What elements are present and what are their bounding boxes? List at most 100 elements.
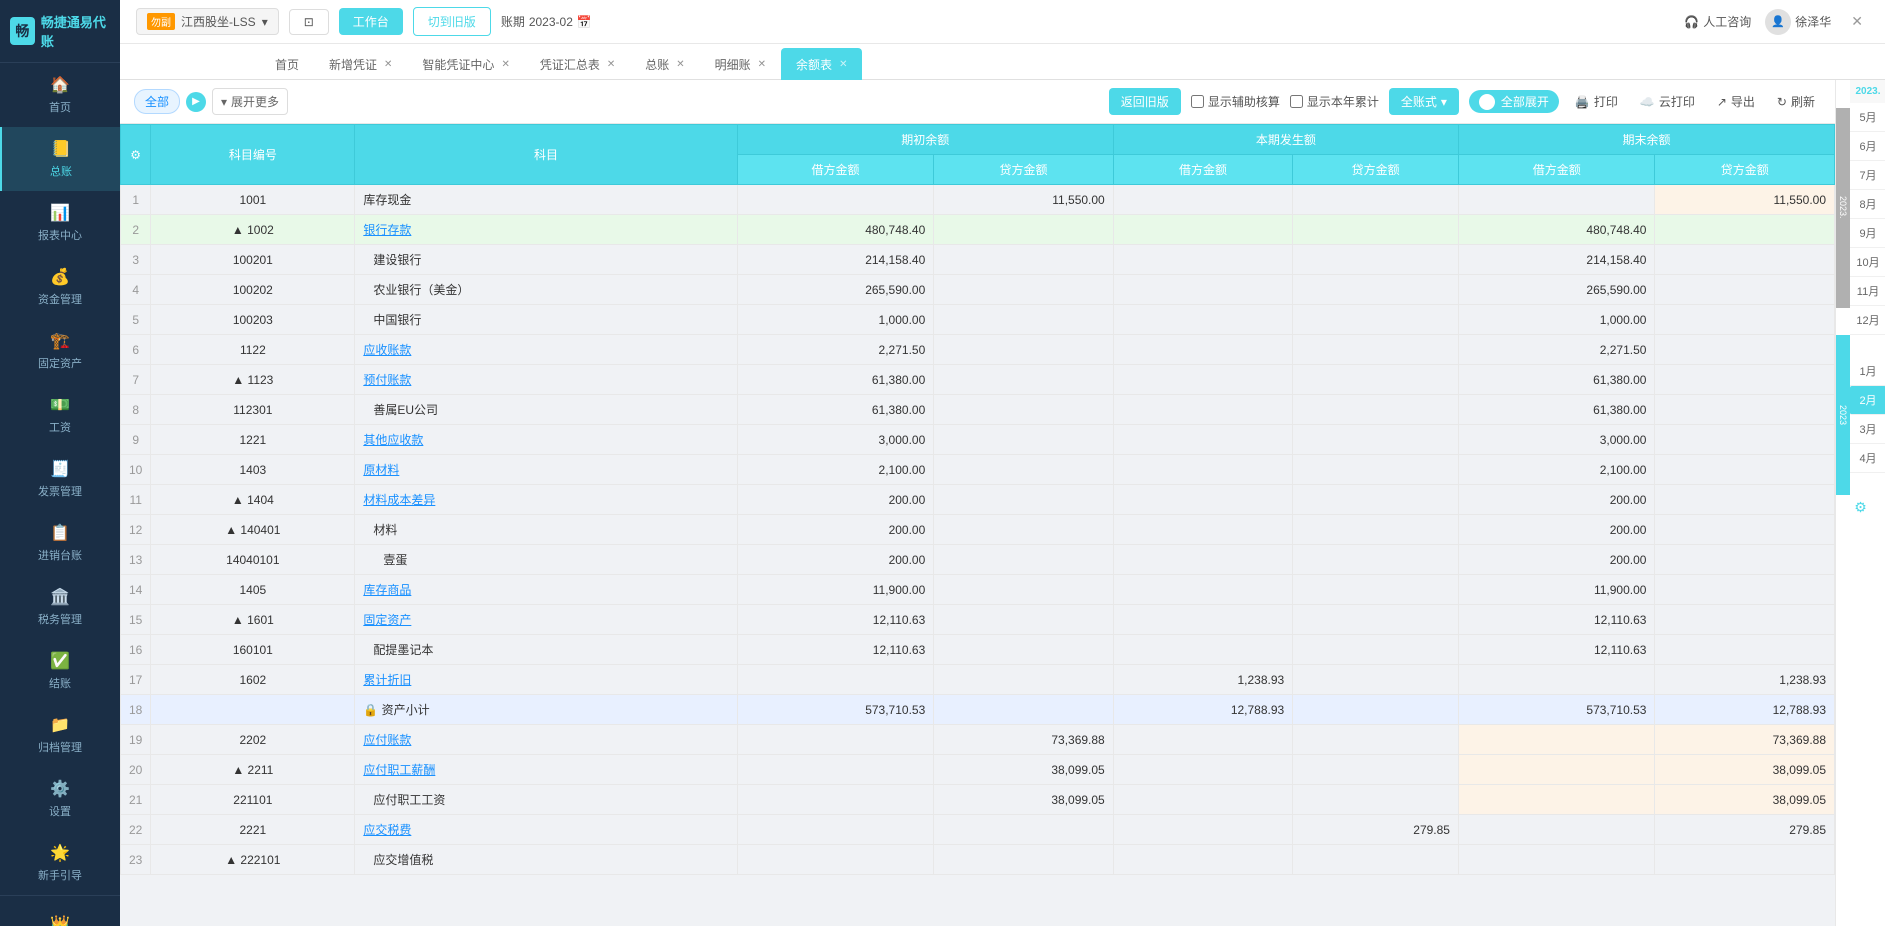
account-name[interactable]: 应交税费: [355, 815, 737, 845]
account-name-link[interactable]: 应付职工薪酬: [363, 763, 435, 777]
tab-close-icon[interactable]: ✕: [676, 59, 684, 70]
table-row: 222221应交税费279.85279.85: [121, 815, 1835, 845]
expand-all-toggle[interactable]: 全部展开: [1469, 90, 1559, 113]
copy-button[interactable]: ⊡: [289, 9, 329, 35]
amount-cell: 2,271.50: [737, 335, 933, 365]
assist-calc-checkbox[interactable]: 显示辅助核算: [1191, 93, 1280, 110]
workbench-button[interactable]: 工作台: [339, 8, 403, 35]
account-name[interactable]: 银行存款: [355, 215, 737, 245]
account-name[interactable]: 其他应收款: [355, 425, 737, 455]
return-old-button[interactable]: 返回旧版: [1109, 88, 1181, 115]
date-month-8[interactable]: 8月: [1850, 190, 1885, 219]
sidebar-item-sales[interactable]: 📋 进销台账: [0, 511, 120, 575]
consult-button[interactable]: 🎧 人工咨询: [1684, 13, 1751, 30]
calendar-icon[interactable]: 📅: [577, 15, 592, 29]
tab-close-icon[interactable]: ✕: [758, 59, 766, 70]
amount-cell: [1458, 815, 1654, 845]
date-month-11[interactable]: 11月: [1850, 277, 1885, 306]
date-month-7[interactable]: 7月: [1850, 161, 1885, 190]
account-name-link[interactable]: 应付账款: [363, 733, 411, 747]
user-profile[interactable]: 👤 徐泽华: [1765, 9, 1831, 35]
date-month-2[interactable]: 2月: [1850, 386, 1885, 415]
sidebar-item-payroll[interactable]: 💵 工资: [0, 383, 120, 447]
sidebar-item-ledger[interactable]: 📒 总账: [0, 127, 120, 191]
assist-checkbox-input[interactable]: [1191, 95, 1204, 108]
date-month-4[interactable]: 4月: [1850, 444, 1885, 473]
account-name-link[interactable]: 应收账款: [363, 343, 411, 357]
tab-close-icon[interactable]: ✕: [607, 59, 615, 70]
account-name[interactable]: 材料成本差异: [355, 485, 737, 515]
account-name[interactable]: 固定资产: [355, 605, 737, 635]
account-name[interactable]: 应付职工薪酬: [355, 755, 737, 785]
tab-detail[interactable]: 明细账 ✕: [700, 48, 781, 80]
account-name-link[interactable]: 材料成本差异: [363, 493, 435, 507]
sidebar-item-tax[interactable]: 🏛️ 税务管理: [0, 575, 120, 639]
ytd-checkbox[interactable]: 显示本年累计: [1290, 93, 1379, 110]
date-month-12[interactable]: 12月: [1850, 306, 1885, 335]
account-name-link[interactable]: 固定资产: [363, 613, 411, 627]
date-month-10[interactable]: 10月: [1850, 248, 1885, 277]
account-name[interactable]: 库存商品: [355, 575, 737, 605]
account-name-link[interactable]: 库存商品: [363, 583, 411, 597]
cloud-print-button[interactable]: ☁️ 云打印: [1634, 89, 1701, 114]
sidebar-item-guide[interactable]: 🌟 新手引导: [0, 831, 120, 895]
tab-voucher-summary[interactable]: 凭证汇总表 ✕: [525, 48, 630, 80]
date-month-3[interactable]: 3月: [1850, 415, 1885, 444]
sidebar-item-fixed[interactable]: 🏗️ 固定资产: [0, 319, 120, 383]
refresh-button[interactable]: ↻ 刷新: [1771, 89, 1821, 114]
full-style-button[interactable]: 全账式 ▾: [1389, 88, 1459, 115]
sidebar-item-archive[interactable]: 📁 归档管理: [0, 703, 120, 767]
tab-balance[interactable]: 余额表 ✕: [781, 48, 862, 80]
account-name[interactable]: 应付账款: [355, 725, 737, 755]
avatar: 👤: [1765, 9, 1791, 35]
date-month-1[interactable]: 1月: [1850, 357, 1885, 386]
account-code: 1602: [151, 665, 355, 695]
tab-general-ledger[interactable]: 总账 ✕: [630, 48, 699, 80]
filter-arrow-button[interactable]: ▶: [186, 92, 206, 112]
date-panel-settings[interactable]: ⚙: [1836, 495, 1885, 520]
account-name[interactable]: 预付账款: [355, 365, 737, 395]
date-month-9[interactable]: 9月: [1850, 219, 1885, 248]
account-name[interactable]: 累计折旧: [355, 665, 737, 695]
amount-cell: [1293, 605, 1459, 635]
date-month-6[interactable]: 6月: [1850, 132, 1885, 161]
date-month-5[interactable]: 5月: [1850, 103, 1885, 132]
tab-close-icon[interactable]: ✕: [384, 59, 392, 70]
settings-header[interactable]: ⚙: [121, 125, 151, 185]
sidebar-item-settings[interactable]: ⚙️ 设置: [0, 767, 120, 831]
export-button[interactable]: ↗ 导出: [1711, 89, 1761, 114]
tab-close-icon[interactable]: ✕: [501, 59, 509, 70]
sidebar-item-capital[interactable]: 💰 资金管理: [0, 255, 120, 319]
sidebar-item-member[interactable]: 👑 畅会员: [0, 906, 120, 926]
expand-more-button[interactable]: ▾ 展开更多: [212, 88, 288, 115]
tab-smart-voucher[interactable]: 智能凭证中心 ✕: [407, 48, 524, 80]
account-name-link[interactable]: 其他应收款: [363, 433, 423, 447]
account-name[interactable]: 原材料: [355, 455, 737, 485]
sidebar-item-label: 归档管理: [38, 739, 82, 755]
account-name-link[interactable]: 原材料: [363, 463, 399, 477]
account-name: 应付职工工资: [355, 785, 737, 815]
sidebar-item-invoice[interactable]: 🧾 发票管理: [0, 447, 120, 511]
account-name-link[interactable]: 预付账款: [363, 373, 411, 387]
company-selector[interactable]: 勿副 江西股坐-LSS ▾: [136, 8, 279, 35]
account-name-link[interactable]: 银行存款: [363, 223, 411, 237]
date-panel-collapse-button[interactable]: 2023.: [1836, 108, 1850, 308]
account-name-link[interactable]: 累计折旧: [363, 673, 411, 687]
sidebar-item-label: 税务管理: [38, 611, 82, 627]
close-window-button[interactable]: ✕: [1845, 13, 1869, 30]
sidebar-item-settle[interactable]: ✅ 结账: [0, 639, 120, 703]
account-name[interactable]: 应收账款: [355, 335, 737, 365]
filter-all-tag[interactable]: 全部: [134, 89, 180, 114]
sidebar-item-report[interactable]: 📊 报表中心: [0, 191, 120, 255]
date-panel-current-year[interactable]: 2023: [1836, 335, 1850, 495]
print-button[interactable]: 🖨️ 打印: [1569, 89, 1624, 114]
tab-home[interactable]: 首页: [260, 48, 314, 80]
amount-cell: [1293, 365, 1459, 395]
tab-new-voucher[interactable]: 新增凭证 ✕: [314, 48, 407, 80]
account-name: 农业银行（美金）: [355, 275, 737, 305]
account-name-link[interactable]: 应交税费: [363, 823, 411, 837]
switch-version-button[interactable]: 切到旧版: [413, 7, 491, 36]
tab-close-icon[interactable]: ✕: [839, 59, 847, 70]
ytd-checkbox-input[interactable]: [1290, 95, 1303, 108]
sidebar-item-home[interactable]: 🏠 首页: [0, 63, 120, 127]
